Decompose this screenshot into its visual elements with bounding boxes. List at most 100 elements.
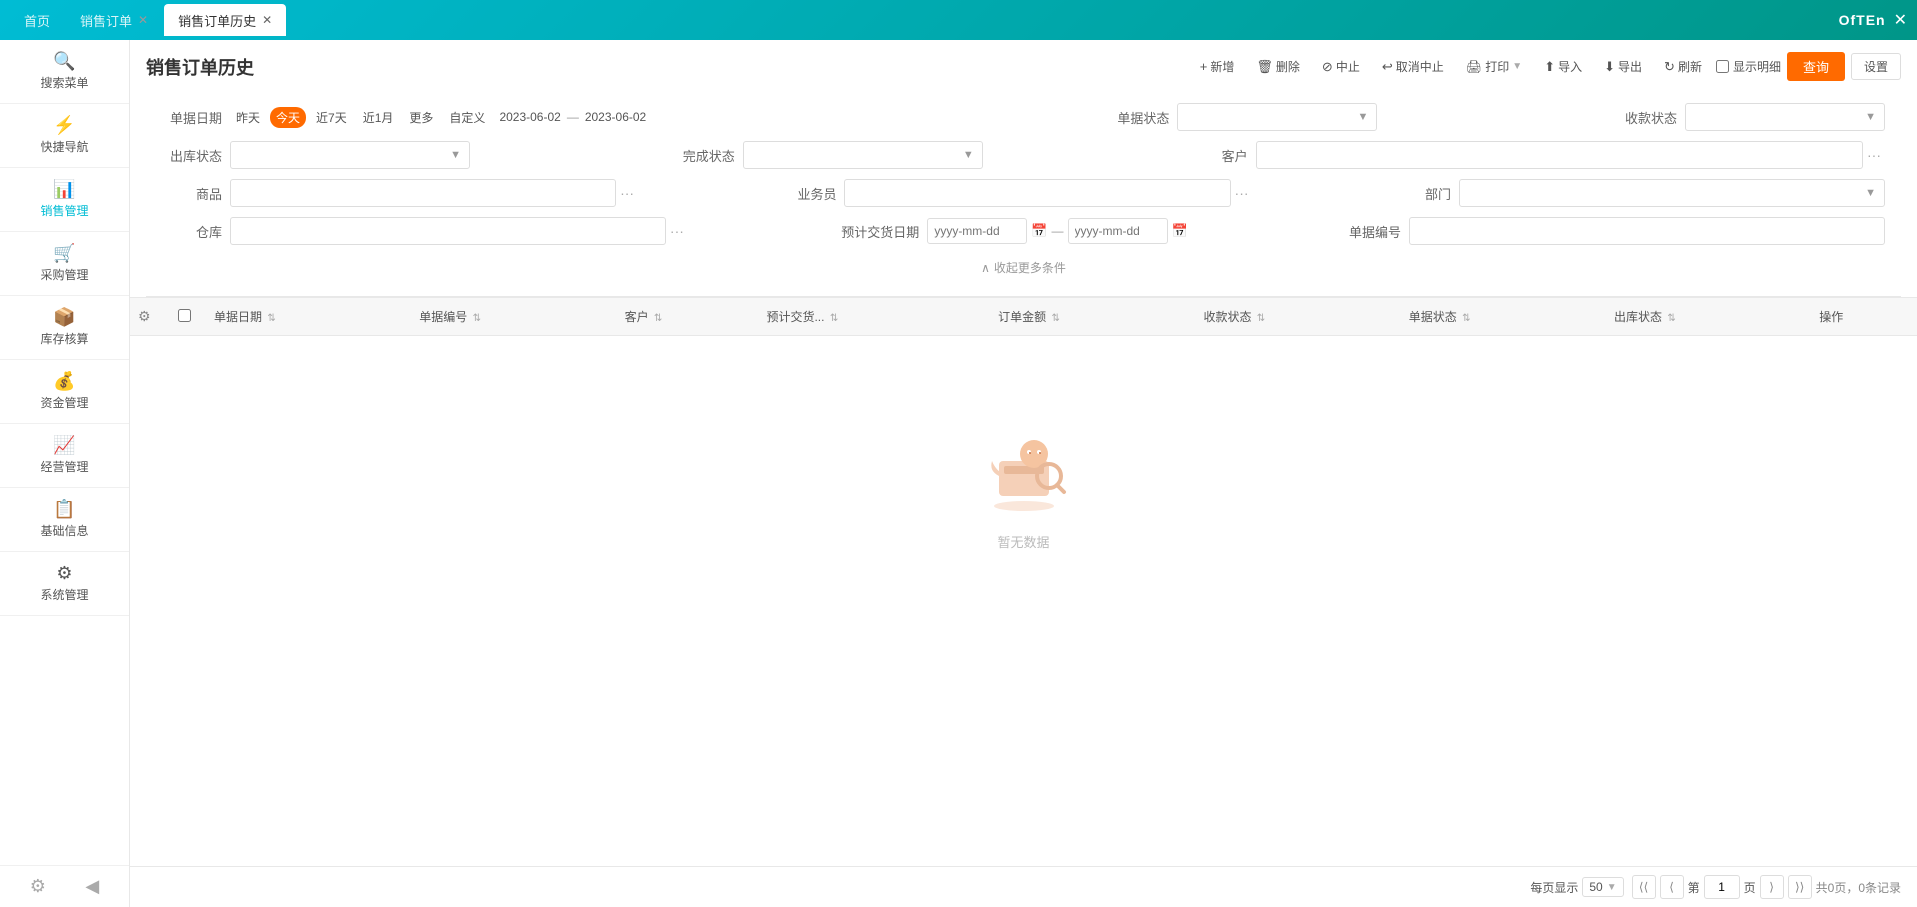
sidebar-item-operation[interactable]: 📈 经营管理 [0,424,129,488]
stop-button[interactable]: ⊘ 中止 [1314,54,1368,79]
refresh-button[interactable]: ↻ 刷新 [1656,54,1710,79]
sort-icon-customer: ⇅ [654,313,662,324]
cancel-stop-icon: ↩ [1382,59,1393,75]
th-payment-status[interactable]: 收款状态 ⇅ [1195,298,1400,336]
add-button[interactable]: + 新增 [1192,54,1243,79]
department-select[interactable]: ▼ [1459,179,1885,207]
expected-delivery-to[interactable] [1068,218,1168,244]
date-btn-more[interactable]: 更多 [403,107,439,128]
tab-bar: 首页 销售订单 ✕ 销售订单历史 ✕ [10,0,286,40]
th-checkbox[interactable] [170,298,206,336]
warehouse-label: 仓库 [162,222,222,241]
add-icon: + [1200,59,1208,74]
complete-status-label: 完成状态 [675,146,735,165]
th-order-status[interactable]: 单据状态 ⇅ [1401,298,1606,336]
page-last-button[interactable]: ⟩⟩ [1788,875,1812,899]
tab-sales-order[interactable]: 销售订单 ✕ [66,4,162,36]
date-btn-1month[interactable]: 近1月 [357,107,400,128]
collapse-up-icon: ∧ [981,261,990,275]
page-prev-button[interactable]: ⟨ [1660,875,1684,899]
page-number-input[interactable] [1704,875,1740,899]
cancel-stop-button[interactable]: ↩ 取消中止 [1374,54,1452,79]
date-btn-7days[interactable]: 近7天 [310,107,353,128]
sidebar-item-system-label: 系统管理 [40,586,88,603]
delete-button[interactable]: 🗑 删除 [1248,54,1308,79]
th-number[interactable]: 单据编号 ⇅ [411,298,616,336]
display-detail-input[interactable] [1716,60,1729,73]
customer-more-icon[interactable]: ··· [1863,147,1885,163]
th-customer[interactable]: 客户 ⇅ [617,298,759,336]
sidebar-item-inventory[interactable]: 📦 库存核算 [0,296,129,360]
delivery-status-select[interactable]: ▼ [230,141,470,169]
select-all-checkbox[interactable] [178,309,191,322]
top-bar-right: OfTEn ✕ [1839,10,1907,30]
sort-icon-order: ⇅ [1462,313,1470,324]
collapse-row[interactable]: ∧ 收起更多条件 [162,255,1885,284]
window-close-icon[interactable]: ✕ [1894,10,1907,30]
salesperson-input[interactable] [844,179,1230,207]
th-delivery-status[interactable]: 出库状态 ⇅ [1606,298,1811,336]
complete-status-select[interactable]: ▼ [743,141,983,169]
print-button[interactable]: 🖨 打印 ▼ [1458,54,1530,79]
sidebar-item-quicknav[interactable]: ⚡ 快捷导航 [0,104,129,168]
department-label: 部门 [1391,184,1451,203]
th-order-amount[interactable]: 订单金额 ⇅ [990,298,1195,336]
tab-sales-order-history[interactable]: 销售订单历史 ✕ [164,4,286,36]
sidebar-item-system[interactable]: ⚙ 系统管理 [0,552,129,616]
finance-icon: 💰 [53,372,75,390]
sidebar-item-basic-label: 基础信息 [40,522,88,539]
page-unit: 页 [1744,879,1756,896]
sidebar-item-sales[interactable]: 📊 销售管理 [0,168,129,232]
order-status-select[interactable]: ▼ [1177,103,1377,131]
complete-status-arrow-icon: ▼ [963,149,974,161]
page-first-button[interactable]: ⟨⟨ [1632,875,1656,899]
setting-button[interactable]: 设置 [1851,53,1901,80]
date-btn-yesterday[interactable]: 昨天 [230,107,266,128]
sidebar-item-sales-label: 销售管理 [40,202,88,219]
order-number-input[interactable] [1409,217,1885,245]
page-next-button[interactable]: ⟩ [1760,875,1784,899]
th-settings[interactable]: ⚙ [130,298,170,336]
close-icon[interactable]: ✕ [138,13,148,27]
warehouse-input[interactable] [230,217,666,245]
salesperson-label: 业务员 [776,184,836,203]
sidebar-item-basic[interactable]: 📋 基础信息 [0,488,129,552]
query-button[interactable]: 查询 [1787,52,1845,81]
expected-delivery-from[interactable] [927,218,1027,244]
th-date[interactable]: 单据日期 ⇅ [206,298,411,336]
date-btn-today[interactable]: 今天 [270,107,306,128]
salesperson-more-icon[interactable]: ··· [1231,185,1253,201]
filter-row-4: 仓库 ··· 预计交货日期 📅 — 📅 单据编号 [162,217,1885,245]
collapse-sidebar-icon[interactable]: ◀ [85,876,99,897]
settings-bottom-icon[interactable]: ⚙ [30,876,46,897]
sidebar-item-finance[interactable]: 💰 资金管理 [0,360,129,424]
order-status-label: 单据状态 [1109,108,1169,127]
import-icon: ⬆ [1544,59,1555,75]
sort-icon-delivery: ⇅ [1667,313,1675,324]
cal-icon-from[interactable]: 📅 [1031,223,1047,239]
tab-home[interactable]: 首页 [10,4,64,36]
date-btn-custom[interactable]: 自定义 [443,107,491,128]
page-size-box[interactable]: 50 ▼ [1582,877,1623,897]
th-action: 操作 [1811,298,1917,336]
table-settings-icon[interactable]: ⚙ [138,308,151,324]
sidebar-item-inventory-label: 库存核算 [40,330,88,347]
page-nav: ⟨⟨ ⟨ 第 页 ⟩ ⟩⟩ 共0页，0条记录 [1632,875,1901,899]
th-expected-delivery[interactable]: 预计交货... ⇅ [758,298,990,336]
sidebar-item-search[interactable]: 🔍 搜索菜单 [0,40,129,104]
th-order-status-label: 单据状态 [1409,310,1457,324]
product-more-icon[interactable]: ··· [616,185,638,201]
sidebar-item-purchase[interactable]: 🛒 采购管理 [0,232,129,296]
display-detail-checkbox[interactable]: 显示明细 [1716,58,1781,75]
customer-input[interactable] [1256,141,1863,169]
export-button[interactable]: ⬇ 导出 [1596,54,1650,79]
product-input[interactable] [230,179,616,207]
close-icon-history[interactable]: ✕ [262,13,272,27]
page-title: 销售订单历史 [146,54,254,80]
import-button[interactable]: ⬆ 导入 [1536,54,1590,79]
cal-icon-to[interactable]: 📅 [1172,223,1188,239]
cancel-stop-label: 取消中止 [1396,58,1444,75]
search-icon: 🔍 [53,52,75,70]
warehouse-more-icon[interactable]: ··· [666,223,688,239]
payment-status-select[interactable]: ▼ [1685,103,1885,131]
